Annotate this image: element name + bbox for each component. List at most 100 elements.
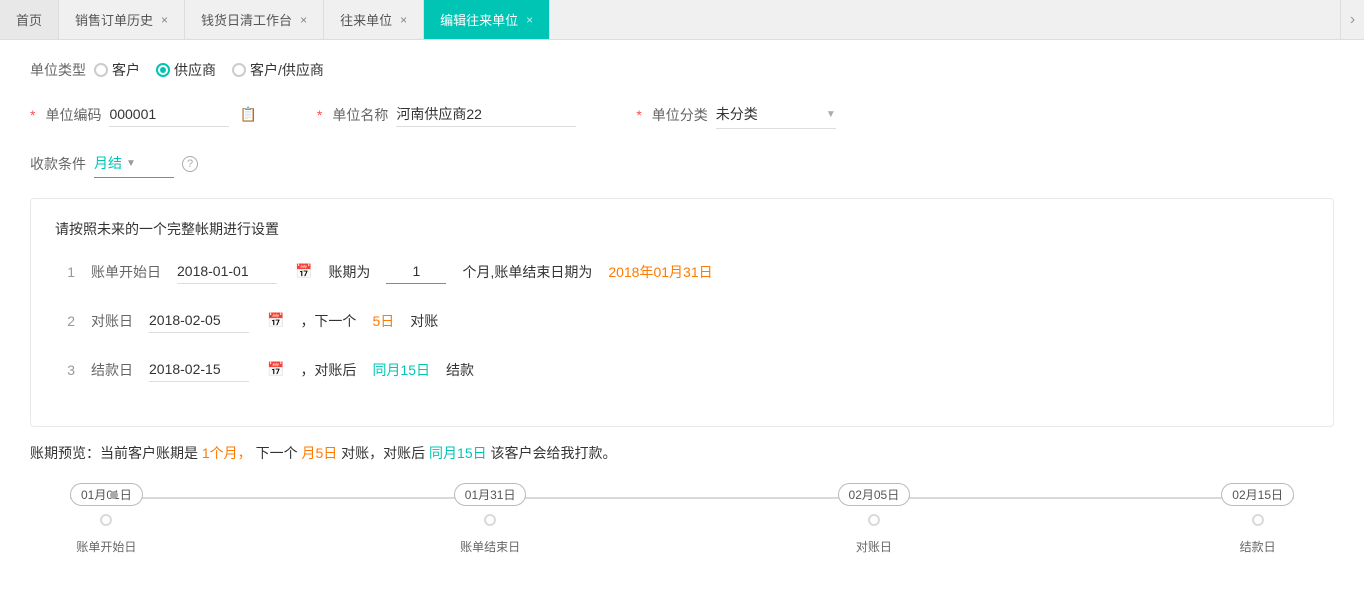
- step-2-calendar-icon[interactable]: 📅: [267, 312, 284, 329]
- step-3-highlight-day: 同月15日: [372, 360, 430, 380]
- category-value: 未分类: [716, 104, 758, 124]
- category-required: *: [636, 107, 641, 123]
- timeline-points-wrapper: 01月01日 账单开始日 01月31日 账单结束日 02月05日 对账日 02月…: [70, 483, 1294, 555]
- tl-label-2: 账单结束日: [460, 538, 520, 555]
- payment-row: 收款条件 月结 ▼ ?: [30, 149, 1334, 178]
- timeline-point-1: 01月01日 账单开始日: [70, 483, 143, 555]
- tab-partners[interactable]: 往来单位 ×: [324, 0, 424, 39]
- radio-customer-circle: [94, 63, 108, 77]
- page-content: 单位类型 客户 供应商 客户/供应商 * 单位编码: [0, 40, 1364, 608]
- tab-scroll-arrow[interactable]: ›: [1340, 0, 1364, 39]
- tl-badge-3: 02月05日: [838, 483, 911, 506]
- radio-supplier-circle: [156, 63, 170, 77]
- code-input[interactable]: [109, 102, 229, 127]
- radio-both[interactable]: 客户/供应商: [232, 60, 324, 80]
- card-hint: 请按照未来的一个完整帐期进行设置: [55, 219, 1309, 239]
- radio-supplier-label: 供应商: [174, 60, 216, 80]
- step-2-highlight-day: 5日: [372, 311, 394, 331]
- code-required: *: [30, 107, 35, 123]
- step-row-3: 3 结款日 📅 ，对账后 同月15日 结款: [55, 357, 1309, 382]
- payment-field: 收款条件 月结 ▼ ?: [30, 149, 198, 178]
- payment-help-icon[interactable]: ?: [182, 156, 198, 172]
- category-label: 单位分类: [652, 105, 708, 125]
- timeline: 01月01日 账单开始日 01月31日 账单结束日 02月05日 对账日 02月…: [30, 483, 1334, 555]
- step-1-period-post: 个月,账单结束日期为: [462, 262, 592, 282]
- step-2-suffix-post: 对账: [410, 311, 438, 331]
- tab-cash-work-label: 钱货日清工作台: [201, 10, 292, 29]
- payment-arrow-icon: ▼: [126, 158, 136, 169]
- unit-type-label: 单位类型: [30, 60, 86, 80]
- radio-customer[interactable]: 客户: [94, 60, 140, 80]
- tabs-bar: 首页 销售订单历史 × 钱货日清工作台 × 往来单位 × 编辑往来单位 × ›: [0, 0, 1364, 40]
- radio-both-circle: [232, 63, 246, 77]
- step-row-1: 1 账单开始日 📅 账期为 个月,账单结束日期为 2018年01月31日: [55, 259, 1309, 284]
- tab-sales-history[interactable]: 销售订单历史 ×: [59, 0, 185, 39]
- code-field: * 单位编码 📋: [30, 102, 257, 127]
- code-calendar-icon[interactable]: 📋: [239, 106, 256, 123]
- tab-home[interactable]: 首页: [0, 0, 59, 39]
- tl-badge-1: 01月01日: [70, 483, 143, 506]
- step-1-period-input[interactable]: [386, 259, 446, 284]
- start-dot-icon: [110, 491, 118, 499]
- step-label-1: 账单开始日: [91, 262, 161, 282]
- preview-mid2: 对账，对账后: [341, 445, 425, 461]
- category-arrow-icon: ▼: [826, 109, 836, 120]
- step-1-end-date: 2018年01月31日: [608, 262, 712, 282]
- code-label: 单位编码: [45, 105, 101, 125]
- step-3-date-input[interactable]: [149, 357, 249, 382]
- step-2-date-input[interactable]: [149, 308, 249, 333]
- step-num-2: 2: [55, 313, 75, 329]
- step-1-period-pre: 账期为: [328, 262, 370, 282]
- category-dropdown[interactable]: 未分类 ▼: [716, 100, 836, 129]
- tl-label-3: 对账日: [856, 538, 892, 555]
- category-field: * 单位分类 未分类 ▼: [636, 100, 835, 129]
- tl-badge-4: 02月15日: [1221, 483, 1294, 506]
- step-label-3: 结款日: [91, 360, 133, 380]
- tab-home-label: 首页: [16, 10, 42, 29]
- tab-sales-history-label: 销售订单历史: [75, 10, 153, 29]
- timeline-points: 01月01日 账单开始日 01月31日 账单结束日 02月05日 对账日 02月…: [70, 483, 1294, 555]
- preview-post: 该客户会给我打款。: [491, 445, 617, 461]
- name-input[interactable]: [396, 102, 576, 127]
- tl-label-4: 结款日: [1240, 538, 1276, 555]
- radio-customer-label: 客户: [112, 60, 140, 80]
- step-3-suffix-pre: ，对账后: [300, 360, 356, 380]
- tl-dot-4: [1252, 514, 1264, 526]
- timeline-start-dot: [110, 491, 118, 499]
- tab-cash-work[interactable]: 钱货日清工作台 ×: [185, 0, 324, 39]
- tl-dot-1: [100, 514, 112, 526]
- radio-supplier[interactable]: 供应商: [156, 60, 216, 80]
- step-num-1: 1: [55, 264, 75, 280]
- timeline-point-3: 02月05日 对账日: [838, 483, 911, 555]
- name-required: *: [317, 107, 322, 123]
- tab-sales-history-close[interactable]: ×: [161, 13, 168, 27]
- tl-label-1: 账单开始日: [76, 538, 136, 555]
- tab-cash-work-close[interactable]: ×: [300, 13, 307, 27]
- tab-edit-partner-label: 编辑往来单位: [440, 10, 518, 29]
- tab-edit-partner-close[interactable]: ×: [526, 13, 533, 27]
- preview-day5: 月5日: [301, 445, 337, 461]
- payment-value: 月结: [94, 153, 122, 173]
- unit-type-row: 单位类型 客户 供应商 客户/供应商: [30, 60, 1334, 80]
- unit-type-field: 单位类型 客户 供应商 客户/供应商: [30, 60, 324, 80]
- step-1-calendar-icon[interactable]: 📅: [295, 263, 312, 280]
- step-num-3: 3: [55, 362, 75, 378]
- step-2-suffix-pre: ，下一个: [300, 311, 356, 331]
- unit-type-radio-group: 客户 供应商 客户/供应商: [94, 60, 324, 80]
- tl-badge-2: 01月31日: [454, 483, 527, 506]
- tab-partners-close[interactable]: ×: [400, 13, 407, 27]
- step-1-date-input[interactable]: [177, 259, 277, 284]
- settings-card: 请按照未来的一个完整帐期进行设置 1 账单开始日 📅 账期为 个月,账单结束日期…: [30, 198, 1334, 427]
- tab-edit-partner[interactable]: 编辑往来单位 ×: [424, 0, 550, 39]
- step-3-calendar-icon[interactable]: 📅: [267, 361, 284, 378]
- payment-label: 收款条件: [30, 154, 86, 174]
- preview-pre: 账期预览：当前客户账期是: [30, 445, 198, 461]
- preview-mid: 下一个: [256, 445, 298, 461]
- preview-text: 账期预览：当前客户账期是 1个月， 下一个 月5日 对账，对账后 同月15日 该…: [30, 443, 1334, 463]
- step-label-2: 对账日: [91, 311, 133, 331]
- step-row-2: 2 对账日 📅 ，下一个 5日 对账: [55, 308, 1309, 333]
- name-label: 单位名称: [332, 105, 388, 125]
- tl-dot-3: [868, 514, 880, 526]
- payment-select[interactable]: 月结 ▼: [94, 149, 174, 178]
- step-3-suffix-post: 结款: [446, 360, 474, 380]
